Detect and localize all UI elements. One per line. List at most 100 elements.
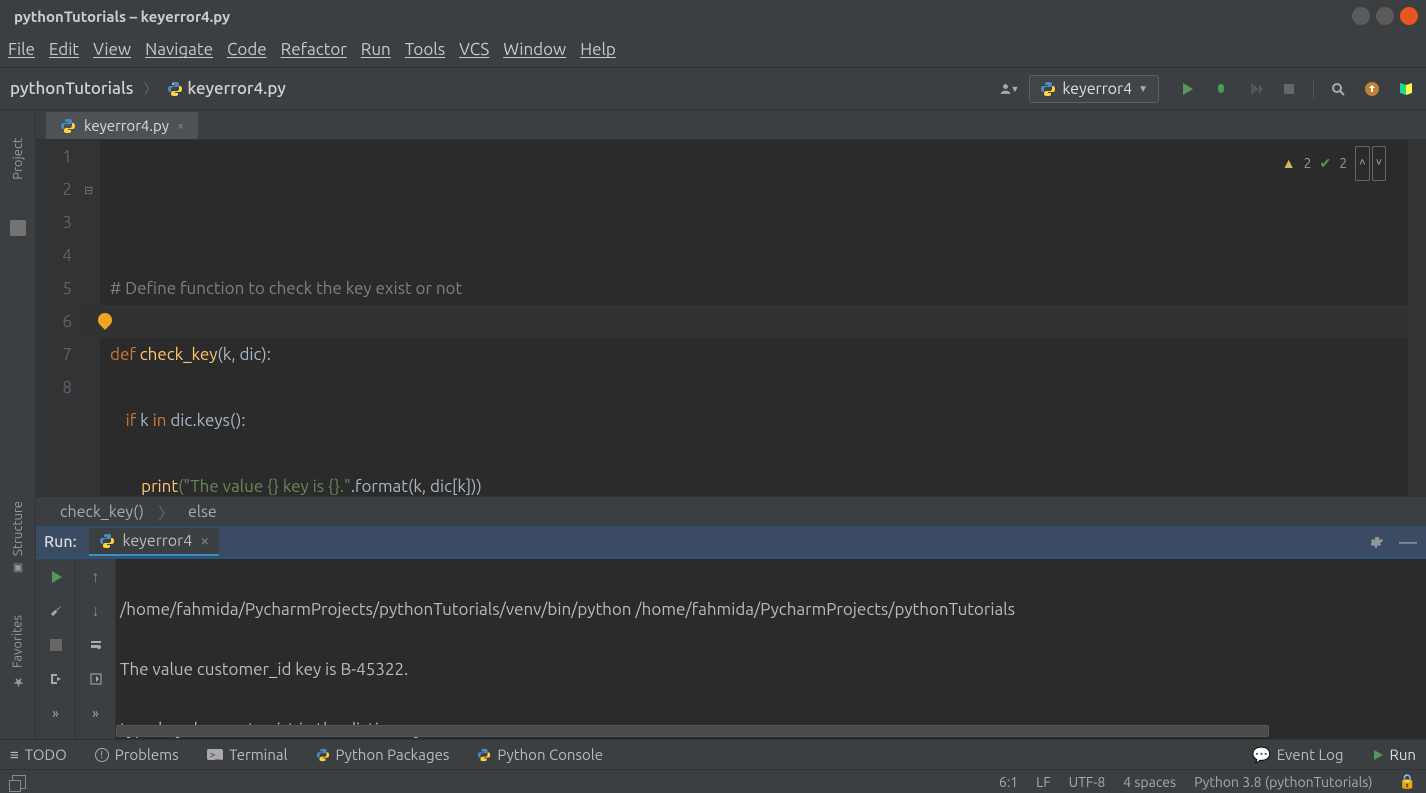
- python-icon: [1040, 81, 1056, 97]
- editor-area: keyerror4.py × 1 2 3 4 5 6 7 8 ⊟ ⊟ ▲2: [36, 110, 1426, 739]
- todo-tool[interactable]: ≡TODO: [10, 746, 67, 764]
- user-icon[interactable]: ▼: [999, 79, 1019, 99]
- run-coverage-icon[interactable]: [1245, 79, 1265, 99]
- interpreter[interactable]: Python 3.8 (pythonTutorials): [1194, 774, 1372, 790]
- run-config-selector[interactable]: keyerror4 ▼: [1029, 75, 1159, 103]
- context-function[interactable]: check_key(): [60, 503, 144, 521]
- inspection-widget[interactable]: ▲2 ✔2 ˄˅: [1282, 146, 1386, 181]
- project-files-icon[interactable]: [10, 220, 26, 236]
- run-tab[interactable]: keyerror4 ×: [89, 528, 220, 556]
- python-icon: [60, 118, 76, 134]
- python-icon: [99, 533, 115, 549]
- chevron-down-icon: ▼: [1138, 83, 1148, 95]
- tool-structure[interactable]: ▣Structure: [11, 501, 25, 575]
- window-titlebar: pythonTutorials – keyerror4.py: [0, 0, 1426, 32]
- run-tool[interactable]: Run: [1372, 746, 1416, 763]
- run-toolbar-col2: ↑ ↓ »: [76, 559, 116, 739]
- line-ending[interactable]: LF: [1036, 774, 1051, 790]
- tab-close-icon[interactable]: ×: [200, 532, 209, 550]
- next-issue-icon[interactable]: ˅: [1372, 146, 1386, 181]
- run-tool-window: Run: keyerror4 × — »: [36, 526, 1426, 739]
- update-icon[interactable]: [1362, 79, 1382, 99]
- up-icon[interactable]: ↑: [86, 567, 106, 587]
- prev-issue-icon[interactable]: ˄: [1355, 146, 1369, 181]
- console-output[interactable]: /home/fahmida/PycharmProjects/pythonTuto…: [116, 559, 1426, 739]
- info-icon: !: [95, 748, 109, 762]
- tab-close-icon[interactable]: ×: [177, 119, 184, 133]
- chat-icon: 💬: [1252, 746, 1271, 764]
- run-icon[interactable]: [1177, 79, 1197, 99]
- editor-scrollbar[interactable]: [1408, 140, 1426, 496]
- menu-tools[interactable]: Tools: [405, 40, 445, 59]
- python-icon: [167, 81, 183, 97]
- wrench-icon[interactable]: [46, 601, 66, 621]
- menu-refactor[interactable]: Refactor: [281, 40, 347, 59]
- line-gutter: 1 2 3 4 5 6 7 8: [36, 140, 82, 496]
- python-icon: [477, 748, 491, 762]
- debug-icon[interactable]: [1211, 79, 1231, 99]
- down-icon[interactable]: ↓: [86, 601, 106, 621]
- horizontal-scrollbar[interactable]: [116, 725, 1269, 737]
- stop-icon[interactable]: [1279, 79, 1299, 99]
- editor-tab-active[interactable]: keyerror4.py ×: [46, 112, 198, 139]
- event-log-tool[interactable]: 💬Event Log: [1252, 746, 1343, 764]
- warning-icon: ▲: [1282, 147, 1296, 180]
- terminal-tool[interactable]: >_Terminal: [207, 746, 288, 763]
- workspace: Project ▣Structure ★Favorites keyerror4.…: [0, 110, 1426, 739]
- windows-icon[interactable]: [12, 775, 26, 789]
- menu-file[interactable]: File: [8, 40, 35, 59]
- menu-run[interactable]: Run: [361, 40, 391, 59]
- tool-favorites[interactable]: ★Favorites: [10, 615, 25, 689]
- menu-help[interactable]: Help: [580, 40, 616, 59]
- run-label: Run:: [44, 533, 77, 551]
- minimize-button[interactable]: [1352, 7, 1370, 25]
- left-tool-strip: Project ▣Structure ★Favorites: [0, 110, 36, 739]
- editor-tabs: keyerror4.py ×: [36, 110, 1426, 140]
- breadcrumb-file[interactable]: keyerror4.py: [167, 79, 285, 98]
- ide-features-icon[interactable]: [1396, 79, 1416, 99]
- packages-tool[interactable]: Python Packages: [316, 746, 450, 763]
- run-header: Run: keyerror4 × —: [36, 527, 1426, 559]
- list-icon: ≡: [10, 746, 19, 764]
- bottom-tool-bar: ≡TODO !Problems >_Terminal Python Packag…: [0, 739, 1426, 769]
- context-statement[interactable]: else: [188, 503, 217, 521]
- more-icon[interactable]: »: [46, 703, 66, 723]
- problems-tool[interactable]: !Problems: [95, 746, 179, 763]
- rerun-icon[interactable]: [46, 567, 66, 587]
- more-icon[interactable]: »: [86, 703, 106, 723]
- breadcrumb-project[interactable]: pythonTutorials: [10, 79, 133, 98]
- gear-icon[interactable]: [1366, 532, 1386, 552]
- menu-edit[interactable]: Edit: [49, 40, 79, 59]
- run-toolbar-col1: »: [36, 559, 76, 739]
- minimize-panel-icon[interactable]: —: [1398, 532, 1418, 552]
- menu-code[interactable]: Code: [227, 40, 267, 59]
- scroll-end-icon[interactable]: [86, 669, 106, 689]
- fold-icon[interactable]: ⊟: [84, 175, 93, 208]
- breadcrumb-separator: 〉: [143, 79, 157, 99]
- lock-icon[interactable]: 🔒: [1399, 773, 1416, 790]
- python-icon: [316, 748, 330, 762]
- menu-bar: File Edit View Navigate Code Refactor Ru…: [0, 32, 1426, 68]
- menu-window[interactable]: Window: [503, 40, 566, 59]
- close-button[interactable]: [1400, 7, 1418, 25]
- menu-navigate[interactable]: Navigate: [145, 40, 213, 59]
- maximize-button[interactable]: [1376, 7, 1394, 25]
- navigation-bar: pythonTutorials 〉 keyerror4.py ▼ keyerro…: [0, 68, 1426, 110]
- search-icon[interactable]: [1328, 79, 1348, 99]
- cursor-position[interactable]: 6:1: [999, 774, 1018, 790]
- indent[interactable]: 4 spaces: [1123, 774, 1176, 790]
- stop-icon[interactable]: [46, 635, 66, 655]
- tool-project[interactable]: Project: [11, 138, 25, 180]
- exit-icon[interactable]: [46, 669, 66, 689]
- menu-vcs[interactable]: VCS: [459, 40, 489, 59]
- code-editor[interactable]: 1 2 3 4 5 6 7 8 ⊟ ⊟ ▲2 ✔2 ˄˅ # Def: [36, 140, 1426, 496]
- check-icon: ✔: [1319, 147, 1331, 180]
- code-content[interactable]: ▲2 ✔2 ˄˅ # Define function to check the …: [100, 140, 1408, 496]
- menu-view[interactable]: View: [93, 40, 131, 59]
- softwrap-icon[interactable]: [86, 635, 106, 655]
- python-console-tool[interactable]: Python Console: [477, 746, 603, 763]
- window-controls: [1352, 7, 1418, 25]
- context-breadcrumb: check_key() 〉 else: [36, 496, 1426, 526]
- terminal-icon: >_: [207, 749, 224, 760]
- encoding[interactable]: UTF-8: [1069, 774, 1106, 790]
